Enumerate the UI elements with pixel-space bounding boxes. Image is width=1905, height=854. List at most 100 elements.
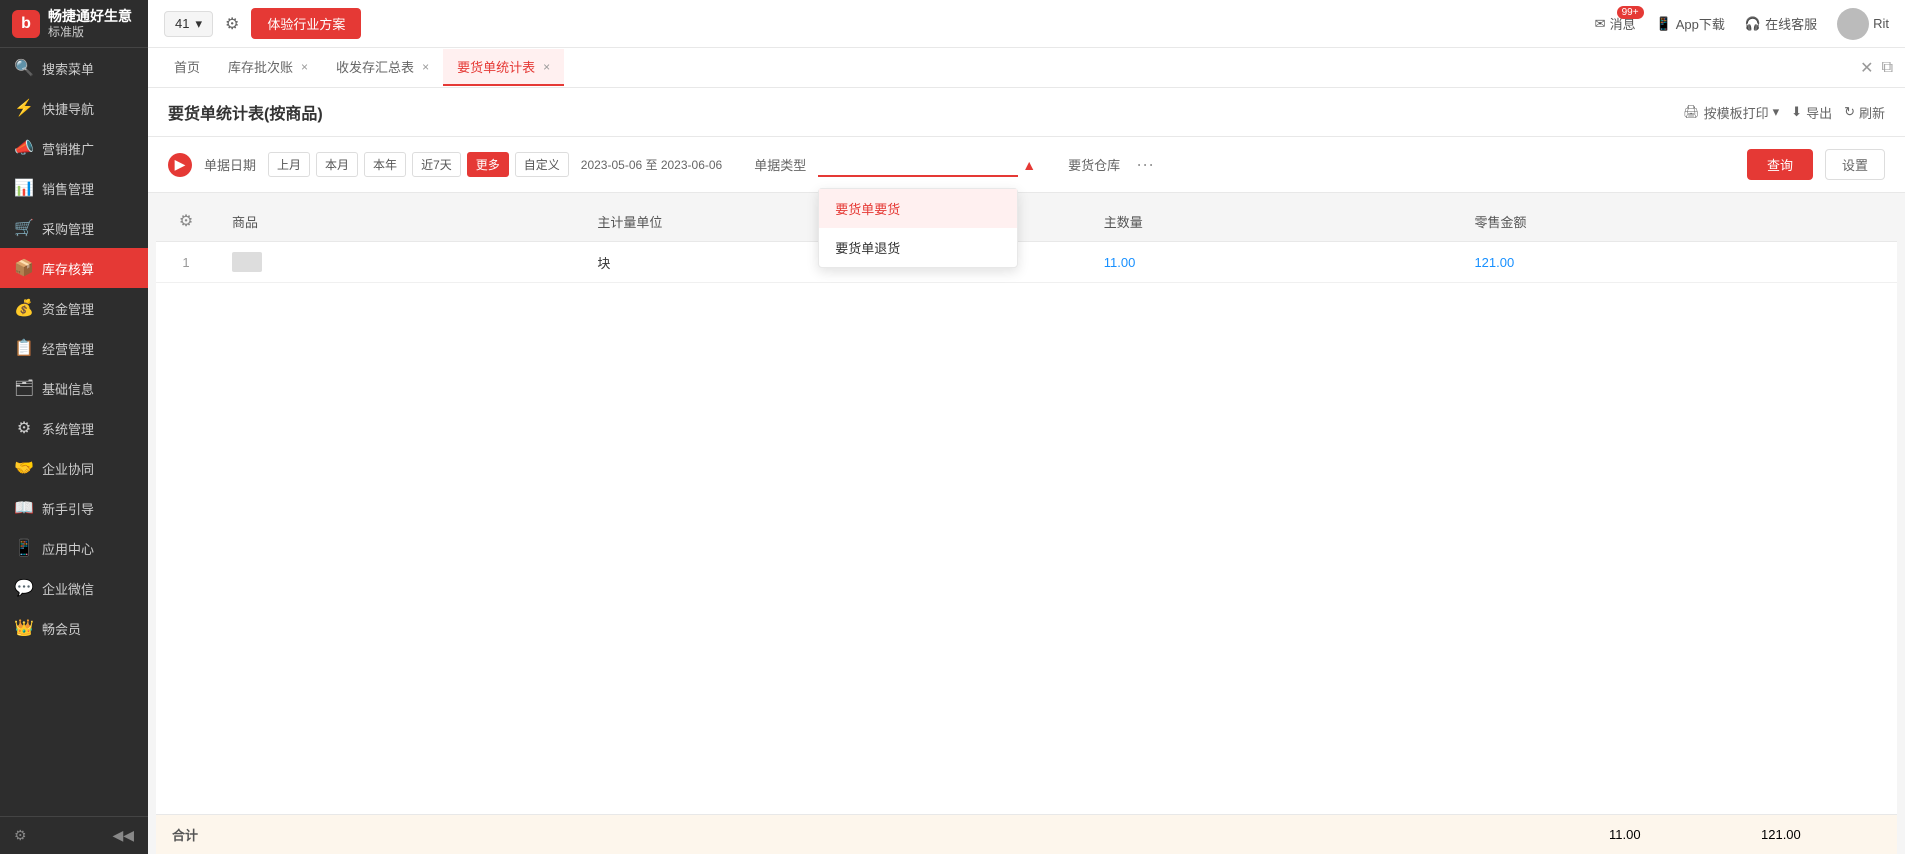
app-logo-text: 畅捷通好生意 标准版 xyxy=(48,7,132,41)
type-select-area: ▲ 要货单要货 要货单退货 xyxy=(818,152,1036,177)
type-input[interactable] xyxy=(818,152,1018,177)
dropdown-item-requisition-return[interactable]: 要货单退货 xyxy=(819,228,1017,267)
search-icon: 🔍 xyxy=(14,58,34,78)
header-left: 41 ▾ ⚙ 体验行业方案 xyxy=(164,8,361,39)
vip-icon: 👑 xyxy=(14,618,34,638)
cell-quantity: 11.00 xyxy=(1088,242,1459,283)
sidebar-item-app-center[interactable]: 📱 应用中心 xyxy=(0,528,148,568)
trial-button[interactable]: 体验行业方案 xyxy=(251,8,361,39)
service-icon: 🎧 xyxy=(1745,16,1761,32)
sidebar-item-inventory[interactable]: 📦 库存核算 xyxy=(0,248,148,288)
header-settings-icon[interactable]: ⚙ xyxy=(225,14,239,34)
table-settings-icon[interactable]: ⚙ xyxy=(179,213,193,230)
user-profile[interactable]: Rit xyxy=(1837,8,1889,40)
close-batch-tab-icon[interactable]: × xyxy=(301,60,308,74)
amount-link[interactable]: 121.00 xyxy=(1474,255,1514,270)
sidebar: b 畅捷通好生意 标准版 🔍 搜索菜单 ⚡ 快捷导航 📣 营销推广 📊 销售管理… xyxy=(0,0,148,854)
top-header: 41 ▾ ⚙ 体验行业方案 ✉ 消息 99+ 📱 App下载 🎧 在线客服 R xyxy=(148,0,1905,48)
refresh-button[interactable]: ↻ 刷新 xyxy=(1844,103,1885,122)
tab-requisition-stat[interactable]: 要货单统计表 × xyxy=(443,49,564,86)
date-options-group: 上月 本月 本年 近7天 更多 自定义 xyxy=(268,152,569,177)
app-center-icon: 📱 xyxy=(14,538,34,558)
close-requisition-tab-icon[interactable]: × xyxy=(543,60,550,74)
quick-nav-icon: ⚡ xyxy=(14,98,34,118)
app-logo-icon: b xyxy=(12,10,40,38)
tab-home[interactable]: 首页 xyxy=(160,49,214,86)
tab-receive-summary[interactable]: 收发存汇总表 × xyxy=(322,49,443,86)
refresh-icon: ↻ xyxy=(1844,104,1855,120)
message-action[interactable]: ✉ 消息 99+ xyxy=(1595,14,1636,33)
sidebar-item-purchase[interactable]: 🛒 采购管理 xyxy=(0,208,148,248)
date-btn-this-month[interactable]: 本月 xyxy=(316,152,358,177)
filter-section: ▶ 单据日期 上月 本月 本年 近7天 更多 自定义 2023-05-06 至 … xyxy=(148,137,1905,193)
page-content: 要货单统计表(按商品) 🖨 按模板打印 ▾ ⬇ 导出 ↻ 刷新 ▶ xyxy=(148,88,1905,854)
export-icon: ⬇ xyxy=(1791,104,1802,120)
table-row: 1 块 11.00 xyxy=(156,242,1897,283)
sidebar-item-quick-nav[interactable]: ⚡ 快捷导航 xyxy=(0,88,148,128)
total-quantity: 11.00 xyxy=(1601,827,1721,842)
sidebar-item-sales[interactable]: 📊 销售管理 xyxy=(0,168,148,208)
sidebar-item-basics[interactable]: 🗂 基础信息 xyxy=(0,368,148,408)
sidebar-logo: b 畅捷通好生意 标准版 xyxy=(0,0,148,48)
header-right: ✉ 消息 99+ 📱 App下载 🎧 在线客服 Rit xyxy=(1595,8,1889,40)
app-download-action[interactable]: 📱 App下载 xyxy=(1656,14,1725,33)
cell-seq: 1 xyxy=(156,242,216,283)
close-receive-tab-icon[interactable]: × xyxy=(422,60,429,74)
cell-amount: 121.00 xyxy=(1458,242,1897,283)
sidebar-item-enterprise[interactable]: 🤝 企业协同 xyxy=(0,448,148,488)
sidebar-item-operations[interactable]: 📋 经营管理 xyxy=(0,328,148,368)
chevron-down-icon: ▾ xyxy=(195,16,202,32)
sidebar-item-marketing[interactable]: 📣 营销推广 xyxy=(0,128,148,168)
sales-icon: 📊 xyxy=(14,178,34,198)
sidebar-footer: ⚙ ◀◀ xyxy=(0,816,148,854)
query-button[interactable]: 查询 xyxy=(1747,149,1813,180)
table-body: 1 块 11.00 xyxy=(156,242,1897,283)
data-table: ⚙ 商品 主计量单位 主数量 零售金额 1 xyxy=(156,201,1897,283)
date-btn-custom[interactable]: 自定义 xyxy=(515,152,569,177)
date-filter-label: 单据日期 xyxy=(204,155,256,174)
date-btn-this-year[interactable]: 本年 xyxy=(364,152,406,177)
type-dropdown-arrow-icon[interactable]: ▲ xyxy=(1022,157,1036,173)
quantity-link[interactable]: 11.00 xyxy=(1104,255,1136,270)
sidebar-item-guide[interactable]: 📖 新手引导 xyxy=(0,488,148,528)
restore-window-icon[interactable]: ⧉ xyxy=(1882,59,1893,77)
breadcrumb-selector[interactable]: 41 ▾ xyxy=(164,11,213,37)
page-title: 要货单统计表(按商品) xyxy=(168,100,323,124)
weixin-icon: 💬 xyxy=(14,578,34,598)
type-dropdown: 要货单要货 要货单退货 xyxy=(818,188,1018,268)
warehouse-filter-label: 要货仓库 xyxy=(1068,155,1120,174)
sidebar-nav: 🔍 搜索菜单 ⚡ 快捷导航 📣 营销推广 📊 销售管理 🛒 采购管理 📦 库存核… xyxy=(0,48,148,816)
date-btn-more[interactable]: 更多 xyxy=(467,152,509,177)
date-range-text: 2023-05-06 至 2023-06-06 xyxy=(581,156,722,173)
filter-toggle-button[interactable]: ▶ xyxy=(168,153,192,177)
export-button[interactable]: ⬇ 导出 xyxy=(1791,103,1832,122)
col-product: 商品 xyxy=(216,201,581,242)
message-icon: ✉ xyxy=(1595,16,1606,32)
table-header: ⚙ 商品 主计量单位 主数量 零售金额 xyxy=(156,201,1897,242)
message-badge: 99+ xyxy=(1617,6,1644,19)
print-button[interactable]: 🖨 按模板打印 ▾ xyxy=(1683,103,1779,122)
date-btn-last-7-days[interactable]: 近7天 xyxy=(412,152,461,177)
col-quantity: 主数量 xyxy=(1088,201,1459,242)
sidebar-item-vip[interactable]: 👑 畅会员 xyxy=(0,608,148,648)
sidebar-item-search[interactable]: 🔍 搜索菜单 xyxy=(0,48,148,88)
tabs-right-actions: ✕ ⧉ xyxy=(1860,58,1893,78)
basics-icon: 🗂 xyxy=(14,378,34,398)
dropdown-item-requisition-order[interactable]: 要货单要货 xyxy=(819,189,1017,228)
col-amount: 零售金额 xyxy=(1458,201,1897,242)
online-service-action[interactable]: 🎧 在线客服 xyxy=(1745,14,1817,33)
sidebar-item-finance[interactable]: 💰 资金管理 xyxy=(0,288,148,328)
purchase-icon: 🛒 xyxy=(14,218,34,238)
date-btn-last-month[interactable]: 上月 xyxy=(268,152,310,177)
collapse-sidebar-icon[interactable]: ◀◀ xyxy=(112,827,134,844)
product-thumbnail xyxy=(232,252,262,272)
chevron-down-print-icon: ▾ xyxy=(1773,104,1780,120)
tab-batch-account[interactable]: 库存批次账 × xyxy=(214,49,322,86)
more-filter-icon[interactable]: ··· xyxy=(1136,154,1154,175)
settings-filter-button[interactable]: 设置 xyxy=(1825,149,1885,180)
close-window-icon[interactable]: ✕ xyxy=(1860,58,1873,78)
guide-icon: 📖 xyxy=(14,498,34,518)
settings-footer-icon[interactable]: ⚙ xyxy=(14,827,27,844)
sidebar-item-system[interactable]: ⚙ 系统管理 xyxy=(0,408,148,448)
sidebar-item-weixin[interactable]: 💬 企业微信 xyxy=(0,568,148,608)
